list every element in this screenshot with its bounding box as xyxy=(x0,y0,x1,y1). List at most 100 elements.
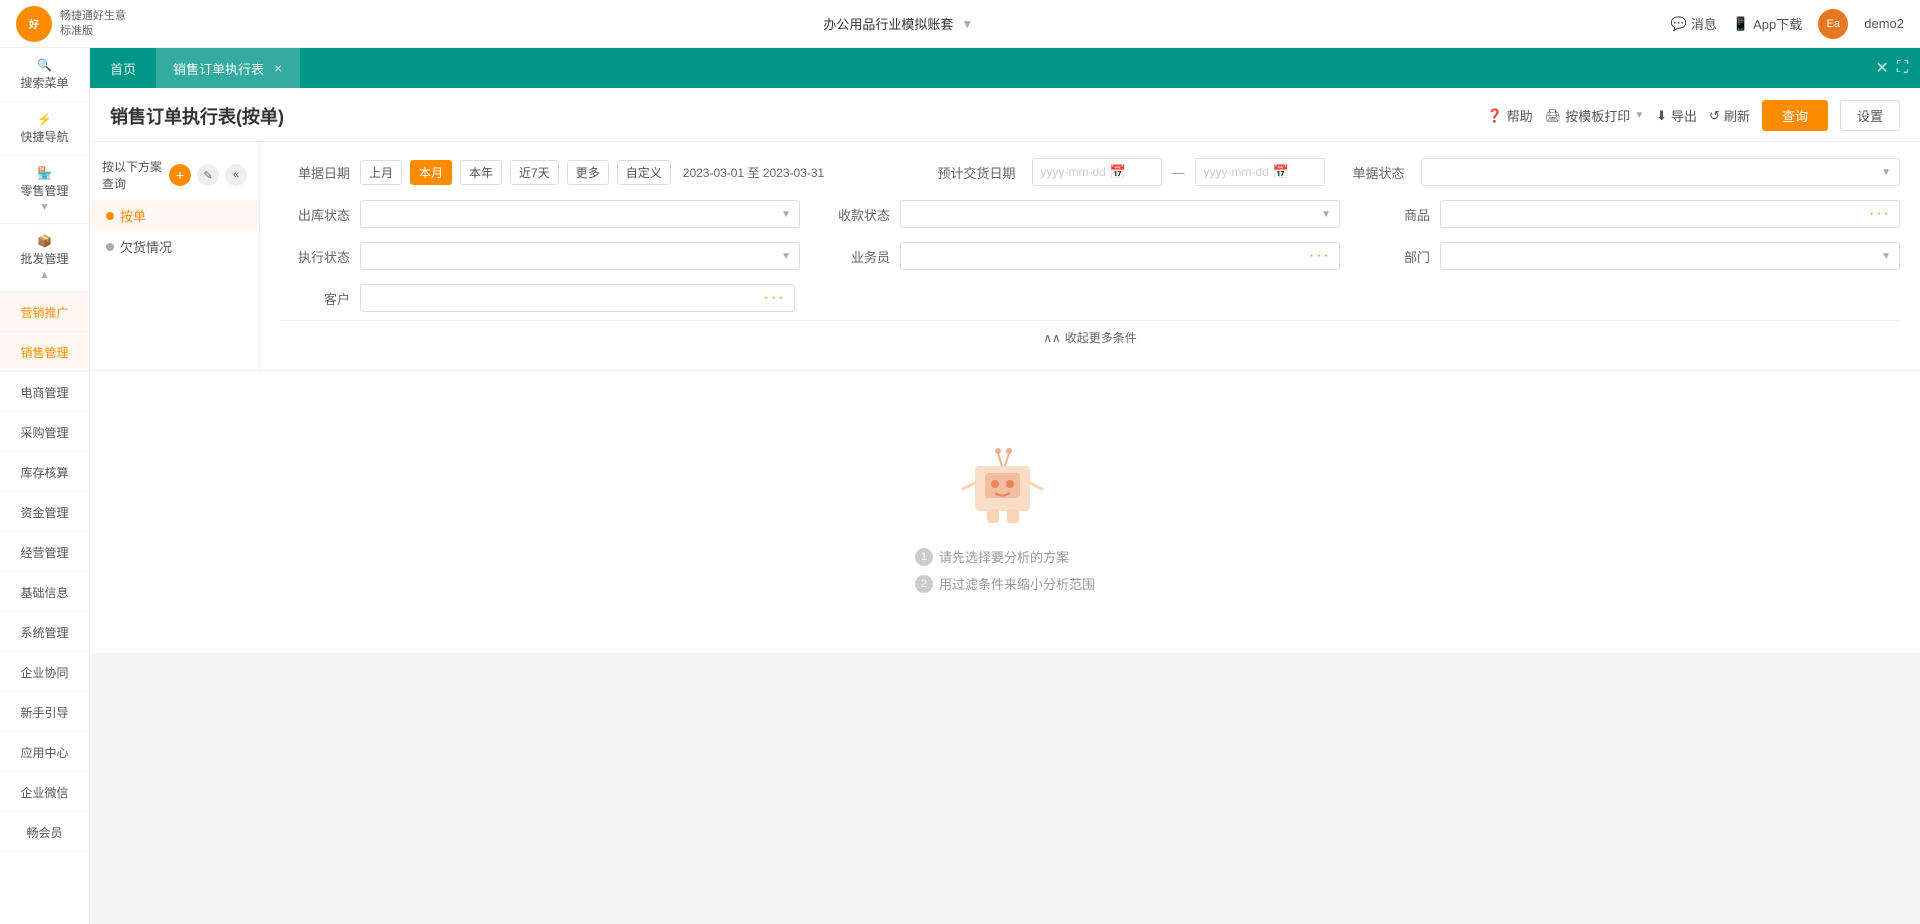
date-btn-lastmonth[interactable]: 上月 xyxy=(360,160,402,185)
empty-illustration xyxy=(955,431,1055,531)
date-btn-custom[interactable]: 自定义 xyxy=(617,160,671,185)
date-btn-thisyear[interactable]: 本年 xyxy=(460,160,502,185)
collapse-up-icon: ∧∧ xyxy=(1043,331,1061,345)
calendar-end-icon: 📅 xyxy=(1273,164,1289,180)
query-button[interactable]: 查询 xyxy=(1762,100,1828,131)
sidebar: 🔍 搜索菜单 ⚡ 快捷导航 🏪 零售管理 ▼ 📦 批发管理 ▲ 营销推广 销售管… xyxy=(0,48,90,924)
expected-date-start-input[interactable]: yyyy-mm-dd 📅 xyxy=(1032,158,1162,186)
filter-row-3: 执行状态 ▼ 业务员 ··· xyxy=(280,242,1900,270)
left-panel: 按以下方案查询 + ✎ « xyxy=(90,142,260,370)
sidebar-item-operations[interactable]: 经营管理 xyxy=(0,532,89,572)
dept-select[interactable]: ▼ xyxy=(1440,242,1900,270)
sidebar-item-enterprise[interactable]: 企业协同 xyxy=(0,652,89,692)
sidebar-item-retail[interactable]: 🏪 零售管理 ▼ xyxy=(0,156,89,224)
date-btn-more[interactable]: 更多 xyxy=(567,160,609,185)
goods-area: 商品 ··· xyxy=(1360,200,1900,228)
sidebar-item-sales[interactable]: 销售管理 xyxy=(0,332,89,372)
salesperson-more-icon[interactable]: ··· xyxy=(1309,247,1331,265)
sidebar-item-appcenter[interactable]: 应用中心 xyxy=(0,732,89,772)
payment-label: 收款状态 xyxy=(820,205,900,224)
logo-text: 畅捷通好生意 标准版 xyxy=(60,9,126,38)
outbound-select[interactable]: ▼ xyxy=(360,200,800,228)
status-area: 单据状态 ▼ xyxy=(1345,158,1901,186)
payment-select[interactable]: ▼ xyxy=(900,200,1340,228)
goods-more-icon[interactable]: ··· xyxy=(1869,205,1891,223)
phone-icon: 📱 xyxy=(1733,16,1749,32)
tab-expand-icon[interactable]: ⛶ xyxy=(1897,59,1908,77)
wholesale-icon: 📦 xyxy=(4,234,85,248)
avatar[interactable]: Ea xyxy=(1818,9,1848,39)
top-header: 好 畅捷通好生意 标准版 办公用品行业模拟账套 ▼ 💬 消息 📱 App下载 E… xyxy=(0,0,1920,48)
customer-more-icon[interactable]: ··· xyxy=(764,289,786,307)
sidebar-item-basic[interactable]: 基础信息 xyxy=(0,572,89,612)
empty-state: 1 请先选择要分析的方案 2 用过滤条件来缩小分析范围 xyxy=(90,371,1920,653)
nav-dropdown-icon[interactable]: ▼ xyxy=(961,17,973,31)
date-btn-7days[interactable]: 近7天 xyxy=(510,160,559,185)
sidebar-item-ecommerce[interactable]: 电商管理 xyxy=(0,372,89,412)
customer-select[interactable]: ··· xyxy=(360,284,795,312)
goods-select[interactable]: ··· xyxy=(1440,200,1900,228)
tab-window-close-icon[interactable]: ✕ xyxy=(1875,58,1888,78)
salesperson-select[interactable]: ··· xyxy=(900,242,1340,270)
collapse-panel-button[interactable]: « xyxy=(225,164,247,186)
date-range-display: 2023-03-01 至 2023-03-31 xyxy=(679,164,824,181)
sidebar-item-wechat[interactable]: 企业微信 xyxy=(0,772,89,812)
tab-home[interactable]: 首页 xyxy=(90,48,157,88)
export-button[interactable]: ⬇ 导出 xyxy=(1656,106,1697,125)
nav-label: 办公用品行业模拟账套 xyxy=(823,14,953,33)
sidebar-item-purchase[interactable]: 采购管理 xyxy=(0,412,89,452)
salesperson-area: 业务员 ··· xyxy=(820,242,1360,270)
add-icon: + xyxy=(176,167,184,183)
filter-row-4: 客户 ··· xyxy=(280,284,1900,312)
print-icon: 🖨 xyxy=(1545,108,1562,124)
payment-dropdown-icon: ▼ xyxy=(1321,209,1331,220)
empty-tip-2: 2 用过滤条件来缩小分析范围 xyxy=(915,574,1095,593)
sidebar-item-inventory[interactable]: 库存核算 xyxy=(0,452,89,492)
edit-scheme-button[interactable]: ✎ xyxy=(197,164,219,186)
page-content: 销售订单执行表(按单) ❓ 帮助 🖨 按模板打印 ▼ ⬇ 导出 xyxy=(90,88,1920,924)
execution-label: 执行状态 xyxy=(280,247,360,266)
date-control: 上月 本月 本年 近7天 更多 自定义 2023-03-01 至 2023-03… xyxy=(360,160,916,185)
nav-center[interactable]: 办公用品行业模拟账套 ▼ xyxy=(823,14,973,33)
filter-row-date: 单据日期 上月 本月 本年 近7天 更多 自定义 2023-03-01 至 20… xyxy=(280,158,1900,186)
tab-close-button[interactable]: × xyxy=(272,58,284,78)
search-icon: 🔍 xyxy=(4,58,85,72)
page-title-bar: 销售订单执行表(按单) ❓ 帮助 🖨 按模板打印 ▼ ⬇ 导出 xyxy=(90,88,1920,142)
calendar-start-icon: 📅 xyxy=(1110,164,1126,180)
empty-tips: 1 请先选择要分析的方案 2 用过滤条件来缩小分析范围 xyxy=(915,547,1095,593)
setting-button[interactable]: 设置 xyxy=(1840,100,1900,131)
add-scheme-button[interactable]: + xyxy=(169,164,191,186)
sidebar-item-finance[interactable]: 资金管理 xyxy=(0,492,89,532)
outbound-label: 出库状态 xyxy=(280,205,360,224)
customer-label: 客户 xyxy=(280,289,360,308)
main-layout: 🔍 搜索菜单 ⚡ 快捷导航 🏪 零售管理 ▼ 📦 批发管理 ▲ 营销推广 销售管… xyxy=(0,48,1920,924)
refresh-button[interactable]: ↺ 刷新 xyxy=(1709,106,1750,125)
sidebar-item-newuser[interactable]: 新手引导 xyxy=(0,692,89,732)
date-btn-thismonth[interactable]: 本月 xyxy=(410,160,452,185)
scheme-item-bandan[interactable]: 按单 xyxy=(90,200,259,231)
expected-date-label: 预计交货日期 xyxy=(936,163,1026,182)
status-select[interactable]: ▼ xyxy=(1421,158,1901,186)
sidebar-item-member[interactable]: 畅会员 xyxy=(0,812,89,852)
expected-date-end-input[interactable]: yyyy-mm-dd 📅 xyxy=(1195,158,1325,186)
app-download-button[interactable]: 📱 App下载 xyxy=(1733,14,1802,33)
sidebar-item-system[interactable]: 系统管理 xyxy=(0,612,89,652)
scheme-item-quhuo[interactable]: 欠货情况 xyxy=(90,231,259,262)
collapse-more-button[interactable]: ∧∧ 收起更多条件 xyxy=(280,320,1900,354)
execution-select[interactable]: ▼ xyxy=(360,242,800,270)
sidebar-item-marketing[interactable]: 营销推广 xyxy=(0,292,89,332)
sidebar-item-search[interactable]: 🔍 搜索菜单 xyxy=(0,48,89,102)
expected-date-area: 预计交货日期 yyyy-mm-dd 📅 — yyyy-mm-dd 📅 xyxy=(936,158,1325,186)
dept-area: 部门 ▼ xyxy=(1360,242,1900,270)
print-button[interactable]: 🖨 按模板打印 ▼ xyxy=(1545,106,1644,125)
svg-text:好: 好 xyxy=(28,18,39,31)
sidebar-item-quicknav[interactable]: ⚡ 快捷导航 xyxy=(0,102,89,156)
messages-button[interactable]: 💬 消息 xyxy=(1671,14,1717,33)
content-area: 首页 销售订单执行表 × ✕ ⛶ 销售订单执行表(按单) ❓ 帮助 xyxy=(90,48,1920,924)
help-button[interactable]: ❓ 帮助 xyxy=(1486,106,1532,125)
sidebar-item-wholesale[interactable]: 📦 批发管理 ▲ xyxy=(0,224,89,292)
tab-active[interactable]: 销售订单执行表 × xyxy=(157,48,300,88)
dept-dropdown-icon: ▼ xyxy=(1881,251,1891,262)
main-filter-area: 单据日期 上月 本月 本年 近7天 更多 自定义 2023-03-01 至 20… xyxy=(260,142,1920,370)
empty-state-container: 1 请先选择要分析的方案 2 用过滤条件来缩小分析范围 xyxy=(90,370,1920,653)
